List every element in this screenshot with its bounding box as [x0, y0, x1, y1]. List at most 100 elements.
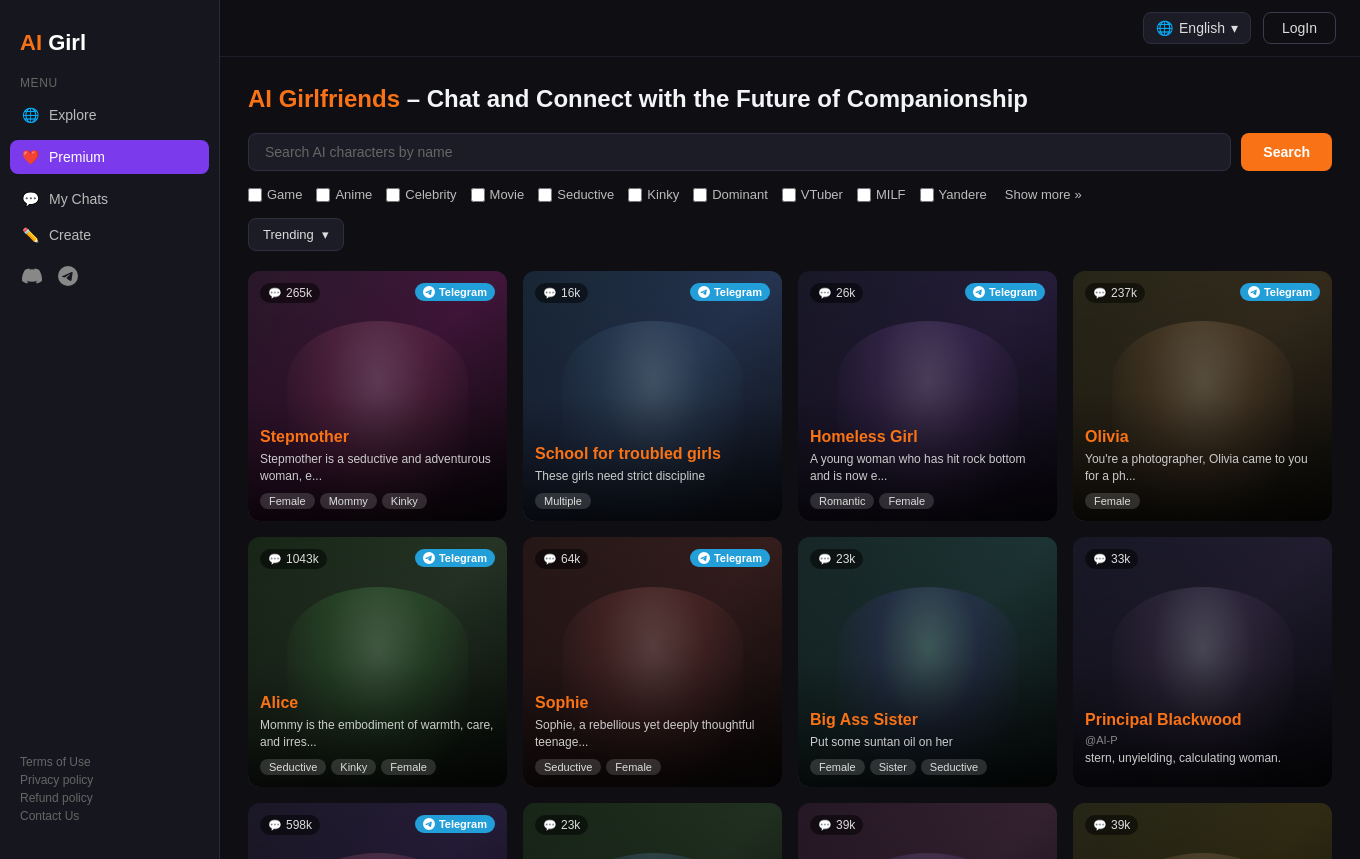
show-more-button[interactable]: Show more »	[1005, 187, 1082, 202]
discord-icon[interactable]	[22, 266, 42, 291]
filter-dominant[interactable]: Dominant	[693, 187, 768, 202]
card-card-row3-4[interactable]: 💬 39k	[1073, 803, 1332, 859]
telegram-icon[interactable]	[58, 266, 78, 291]
privacy-link[interactable]: Privacy policy	[20, 773, 199, 787]
telegram-badge[interactable]: Telegram	[415, 815, 495, 833]
sidebar-item-label: Create	[49, 227, 91, 243]
card-alice[interactable]: 💬 1043k TelegramAliceMommy is the embodi…	[248, 537, 507, 787]
tag[interactable]: Sister	[870, 759, 916, 775]
filter-yandere-checkbox[interactable]	[920, 188, 934, 202]
sidebar: AI Girl Menu 🌐 Explore ❤️ Premium 💬 My C…	[0, 0, 220, 859]
sidebar-item-my-chats[interactable]: 💬 My Chats	[10, 182, 209, 216]
telegram-badge[interactable]: Telegram	[1240, 283, 1320, 301]
card-card-row3-3[interactable]: 💬 39k	[798, 803, 1057, 859]
tag[interactable]: Multiple	[535, 493, 591, 509]
card-count: 💬 1043k	[260, 549, 327, 569]
card-principal-blackwood[interactable]: 💬 33k Principal Blackwood @AI-P stern, unyi…	[1073, 537, 1332, 787]
telegram-badge[interactable]: Telegram	[965, 283, 1045, 301]
filter-celebrity-checkbox[interactable]	[386, 188, 400, 202]
card-olivia[interactable]: 💬 237k Telegram OliviaYou're a photograph…	[1073, 271, 1332, 521]
card-count: 💬 39k	[810, 815, 863, 835]
filter-dominant-checkbox[interactable]	[693, 188, 707, 202]
card-card-row3-1[interactable]: 💬 598k Telegram	[248, 803, 507, 859]
chat-count-icon: 💬	[268, 553, 282, 566]
card-big-ass-sister[interactable]: 💬 23kBig Ass SisterPut some suntan oil o…	[798, 537, 1057, 787]
search-button[interactable]: Search	[1241, 133, 1332, 171]
card-top: 💬 33k	[1085, 549, 1320, 569]
menu-label: Menu	[0, 76, 219, 98]
card-count: 💬 598k	[260, 815, 320, 835]
card-top: 💬 237k Telegram	[1085, 283, 1320, 303]
logo[interactable]: AI Girl	[0, 20, 219, 76]
filter-anime[interactable]: Anime	[316, 187, 372, 202]
terms-link[interactable]: Terms of Use	[20, 755, 199, 769]
contact-link[interactable]: Contact Us	[20, 809, 199, 823]
filter-movie-checkbox[interactable]	[471, 188, 485, 202]
sidebar-item-create[interactable]: ✏️ Create	[10, 218, 209, 252]
sidebar-item-premium[interactable]: ❤️ Premium	[10, 140, 209, 174]
tag[interactable]: Kinky	[382, 493, 427, 509]
card-top: 💬 39k	[1085, 815, 1320, 835]
card-name: Sophie	[535, 694, 770, 712]
card-stepmother[interactable]: 💬 265k TelegramStepmotherStepmother is a…	[248, 271, 507, 521]
card-school-troubled[interactable]: 💬 16k TelegramSchool for troubled girlsT…	[523, 271, 782, 521]
language-selector[interactable]: 🌐 English ▾	[1143, 12, 1251, 44]
tag[interactable]: Female	[879, 493, 934, 509]
card-tags: Multiple	[535, 493, 770, 509]
card-bottom: OliviaYou're a photographer, Olivia came…	[1085, 428, 1320, 509]
card-count: 💬 237k	[1085, 283, 1145, 303]
filter-game[interactable]: Game	[248, 187, 302, 202]
card-content: 💬 26k TelegramHomeless GirlA young woman…	[798, 271, 1057, 521]
tag[interactable]: Female	[606, 759, 661, 775]
card-name: Principal Blackwood	[1085, 711, 1320, 729]
tag[interactable]: Female	[381, 759, 436, 775]
card-at-label: @AI-P	[1085, 734, 1320, 746]
chat-count-icon: 💬	[1093, 553, 1107, 566]
filter-game-checkbox[interactable]	[248, 188, 262, 202]
filter-movie[interactable]: Movie	[471, 187, 525, 202]
telegram-badge[interactable]: Telegram	[415, 549, 495, 567]
tag[interactable]: Kinky	[331, 759, 376, 775]
tag[interactable]: Seductive	[260, 759, 326, 775]
telegram-badge[interactable]: Telegram	[690, 283, 770, 301]
filter-celebrity[interactable]: Celebrity	[386, 187, 456, 202]
filter-milf-checkbox[interactable]	[857, 188, 871, 202]
refund-link[interactable]: Refund policy	[20, 791, 199, 805]
tag[interactable]: Mommy	[320, 493, 377, 509]
tag[interactable]: Seductive	[535, 759, 601, 775]
filter-seductive-checkbox[interactable]	[538, 188, 552, 202]
card-card-row3-2[interactable]: 💬 23k	[523, 803, 782, 859]
search-input[interactable]	[248, 133, 1231, 171]
filter-yandere[interactable]: Yandere	[920, 187, 987, 202]
telegram-badge[interactable]: Telegram	[690, 549, 770, 567]
card-content: 💬 237k Telegram OliviaYou're a photograph…	[1073, 271, 1332, 521]
filter-anime-checkbox[interactable]	[316, 188, 330, 202]
card-homeless-girl[interactable]: 💬 26k TelegramHomeless GirlA young woman…	[798, 271, 1057, 521]
tag[interactable]: Female	[810, 759, 865, 775]
filter-milf[interactable]: MILF	[857, 187, 906, 202]
sort-select[interactable]: Trending ▾	[248, 218, 344, 251]
tag[interactable]: Female	[260, 493, 315, 509]
card-description: Put some suntan oil on her	[810, 734, 1045, 751]
card-bottom: Homeless GirlA young woman who has hit r…	[810, 428, 1045, 509]
filter-kinky[interactable]: Kinky	[628, 187, 679, 202]
filter-vtuber[interactable]: VTuber	[782, 187, 843, 202]
chat-count-icon: 💬	[543, 287, 557, 300]
card-tags: Female Mommy Kinky	[260, 493, 495, 509]
login-button[interactable]: LogIn	[1263, 12, 1336, 44]
telegram-badge[interactable]: Telegram	[415, 283, 495, 301]
logo-name: Girl	[48, 30, 86, 55]
tag[interactable]: Romantic	[810, 493, 874, 509]
card-description: stern, unyielding, calculating woman.	[1085, 750, 1320, 767]
tag[interactable]: Seductive	[921, 759, 987, 775]
main-content: 🌐 English ▾ LogIn AI Girlfriends – Chat …	[220, 0, 1360, 859]
filter-kinky-checkbox[interactable]	[628, 188, 642, 202]
sidebar-item-explore[interactable]: 🌐 Explore	[10, 98, 209, 132]
filter-vtuber-checkbox[interactable]	[782, 188, 796, 202]
card-sophie[interactable]: 💬 64k TelegramSophieSophie, a rebellious…	[523, 537, 782, 787]
card-bottom: Principal Blackwood @AI-P stern, unyieldin…	[1085, 711, 1320, 775]
tag[interactable]: Female	[1085, 493, 1140, 509]
page-content: AI Girlfriends – Chat and Connect with t…	[220, 57, 1360, 859]
card-content: 💬 23k	[523, 803, 782, 859]
filter-seductive[interactable]: Seductive	[538, 187, 614, 202]
